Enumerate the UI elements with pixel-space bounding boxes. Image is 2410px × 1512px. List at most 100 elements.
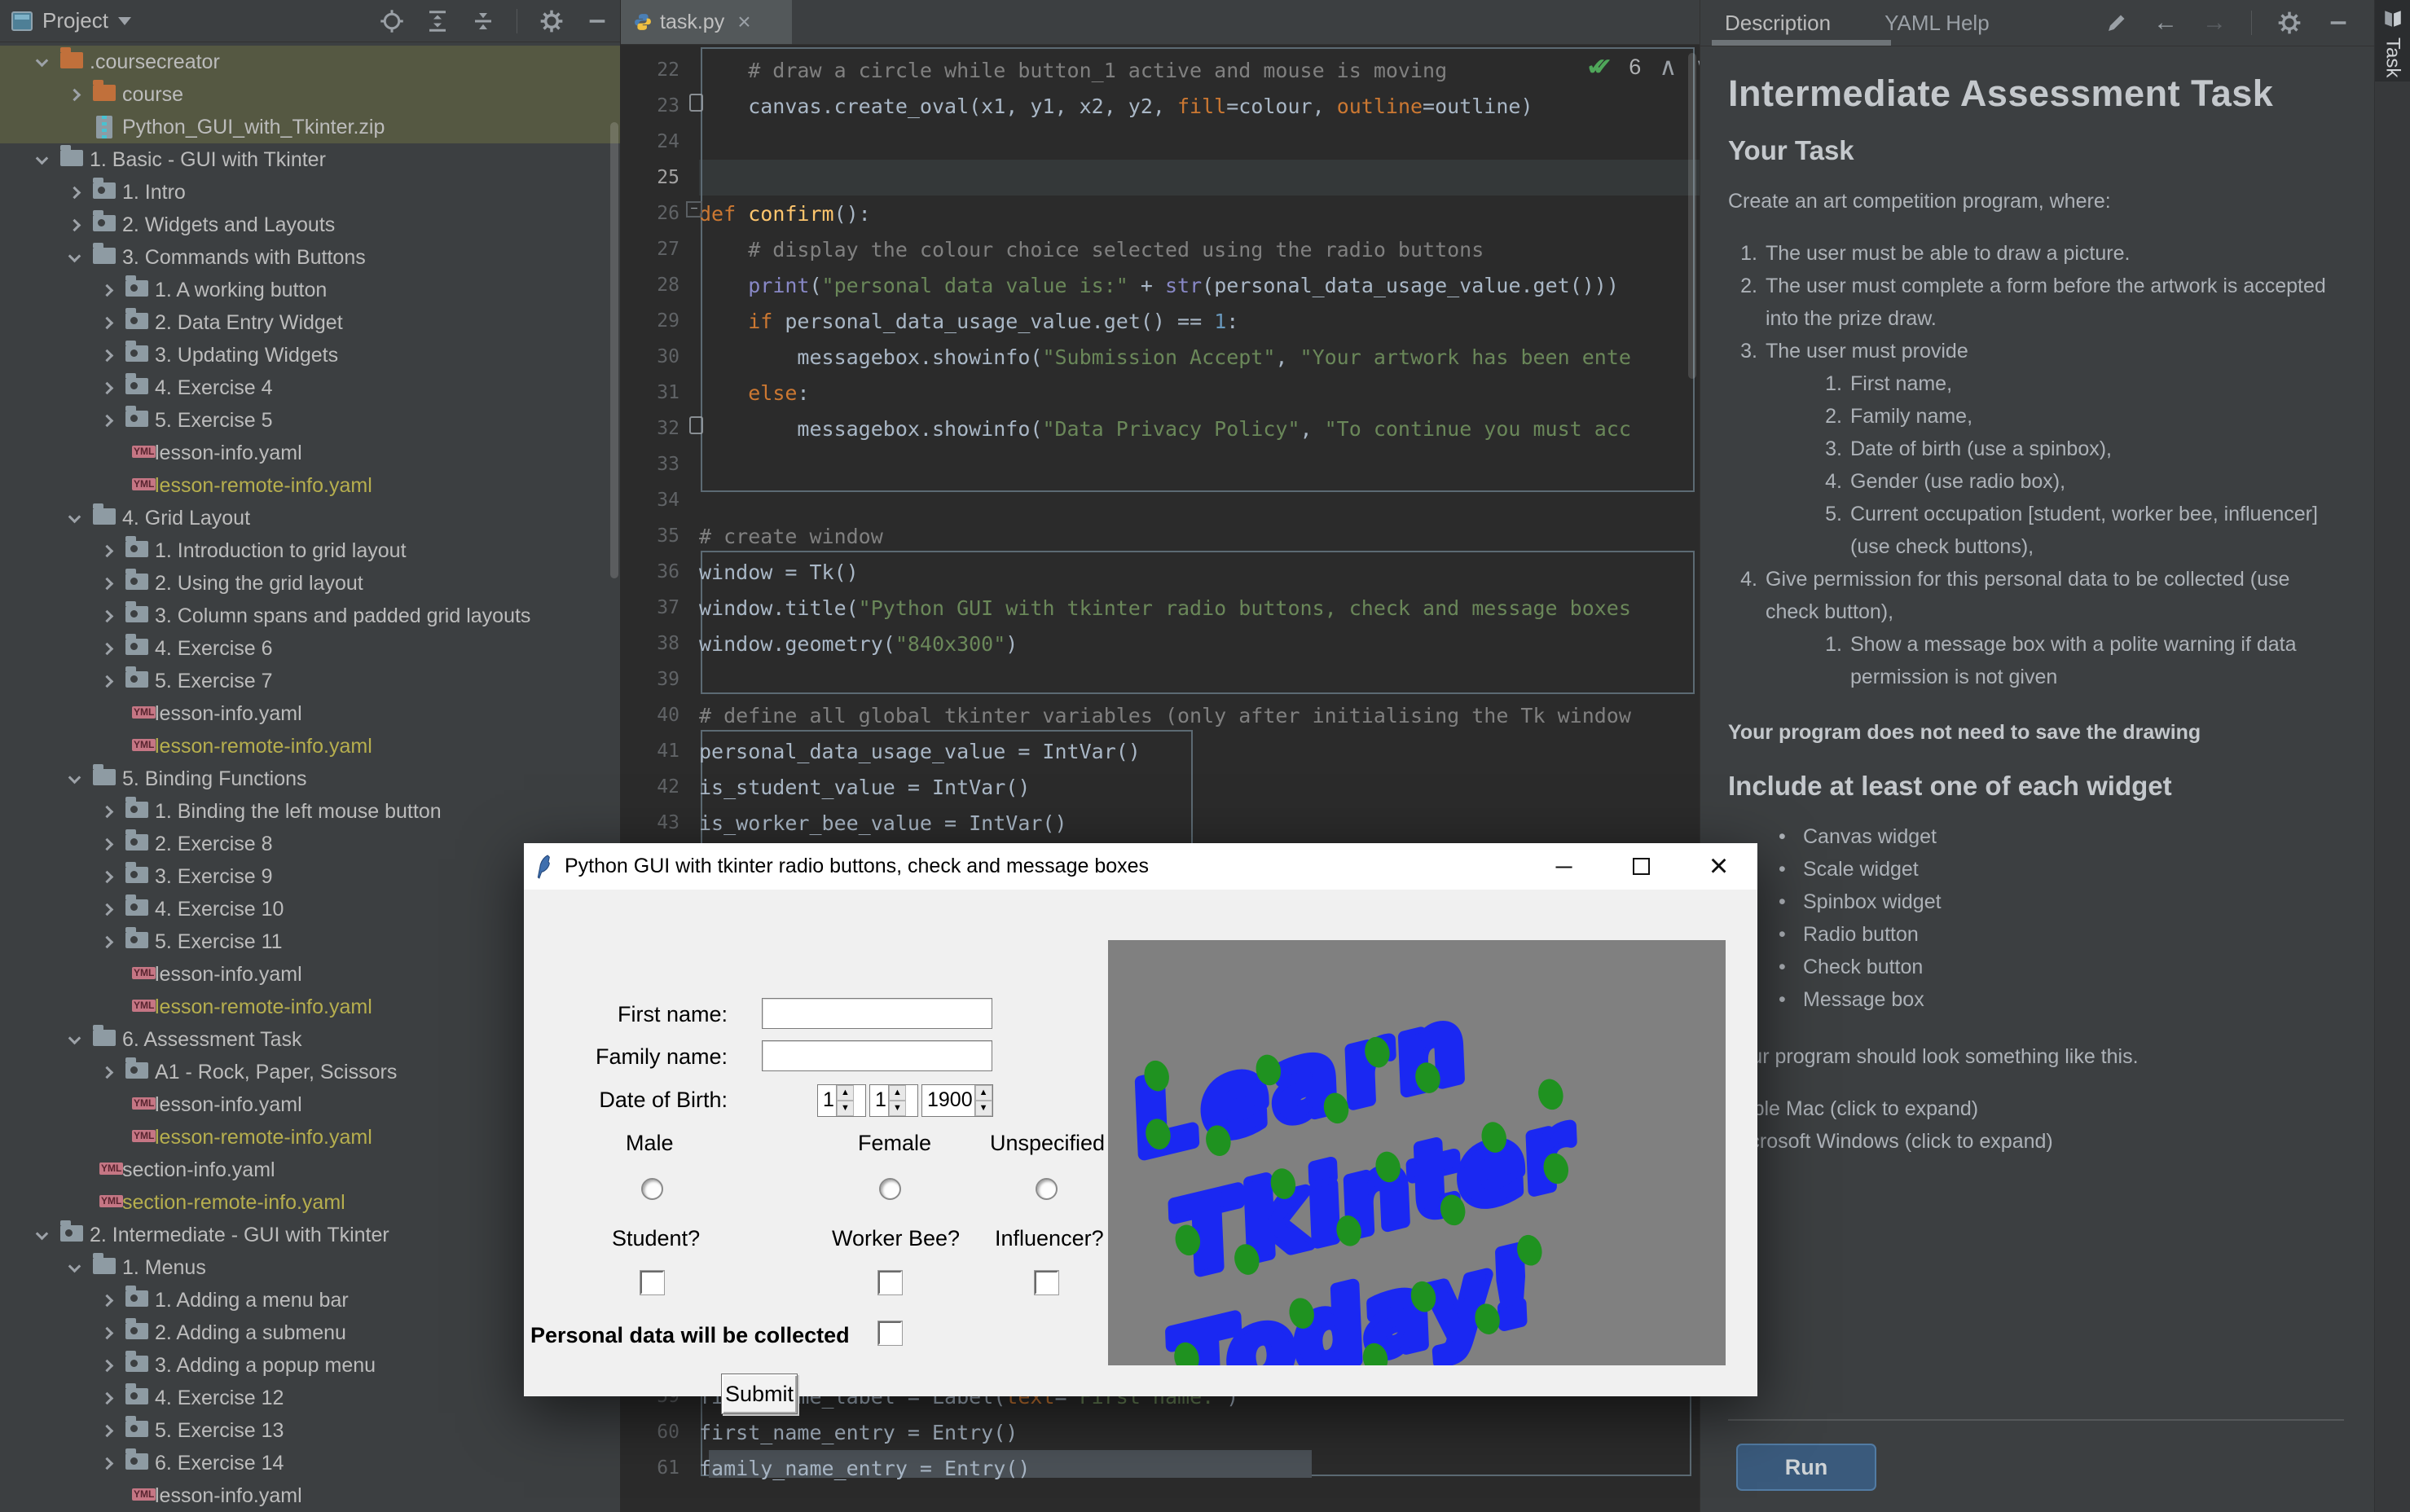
unspecified-radio[interactable]: [1036, 1178, 1058, 1200]
student-checkbox[interactable]: [640, 1271, 664, 1294]
gear-icon[interactable]: [539, 8, 565, 34]
edit-pencil-icon[interactable]: [2104, 11, 2129, 35]
male-radio[interactable]: [641, 1178, 663, 1200]
tree-item[interactable]: 4. Grid Layout: [0, 502, 620, 534]
chevron-right-icon[interactable]: [100, 1424, 113, 1437]
prev-issue-icon[interactable]: ∧: [1659, 53, 1677, 81]
chevron-right-icon[interactable]: [68, 186, 81, 199]
consent-checkbox[interactable]: [878, 1321, 902, 1345]
spin-up-icon[interactable]: ▲: [975, 1085, 992, 1101]
tree-item[interactable]: YMLlesson-remote-info.yaml: [0, 469, 620, 502]
tree-item[interactable]: 5. Exercise 13: [0, 1414, 620, 1447]
chevron-right-icon[interactable]: [100, 903, 113, 916]
chevron-down-icon[interactable]: [68, 1259, 81, 1272]
spin-down-icon[interactable]: ▼: [975, 1101, 992, 1116]
tree-item[interactable]: YMLlesson-info.yaml: [0, 697, 620, 730]
chevron-down-icon[interactable]: [118, 17, 131, 25]
tree-item[interactable]: 4. Exercise 4: [0, 371, 620, 404]
chevron-right-icon[interactable]: [100, 609, 113, 622]
submit-button[interactable]: Submit: [721, 1374, 798, 1414]
tree-item[interactable]: 4. Exercise 6: [0, 632, 620, 665]
hide-panel-icon[interactable]: [586, 10, 609, 33]
spin-up-icon[interactable]: ▲: [889, 1085, 906, 1101]
back-arrow-icon[interactable]: ←: [2153, 9, 2178, 37]
tree-item[interactable]: 5. Binding Functions: [0, 763, 620, 795]
tree-item[interactable]: 2. Data Entry Widget: [0, 306, 620, 339]
expand-all-icon[interactable]: [425, 9, 450, 33]
locate-file-icon[interactable]: [380, 9, 404, 33]
chevron-right-icon[interactable]: [100, 544, 113, 557]
chevron-down-icon[interactable]: [68, 1031, 81, 1044]
chevron-right-icon[interactable]: [100, 870, 113, 883]
chevron-right-icon[interactable]: [100, 414, 113, 427]
run-button[interactable]: Run: [1736, 1444, 1876, 1491]
chevron-right-icon[interactable]: [100, 935, 113, 948]
link-apple-mac[interactable]: Apple Mac (click to expand): [1728, 1092, 2337, 1125]
chevron-down-icon[interactable]: [35, 1227, 48, 1240]
tree-item[interactable]: 5. Exercise 5: [0, 404, 620, 437]
chevron-down-icon[interactable]: [35, 152, 48, 165]
chevron-right-icon[interactable]: [68, 218, 81, 231]
influencer-checkbox[interactable]: [1035, 1271, 1058, 1294]
dialog-title-bar[interactable]: Python GUI with tkinter radio buttons, c…: [524, 843, 1757, 890]
first-name-input[interactable]: [762, 998, 992, 1029]
year-spinbox[interactable]: 1900 ▲▼: [921, 1084, 993, 1117]
chevron-right-icon[interactable]: [100, 1294, 113, 1307]
collapse-all-icon[interactable]: [471, 9, 495, 33]
tab-description[interactable]: Description: [1725, 11, 1831, 36]
tree-item[interactable]: .coursecreator: [0, 46, 620, 78]
gear-icon[interactable]: [2276, 10, 2302, 36]
tree-item[interactable]: YMLlesson-remote-info.yaml: [0, 730, 620, 763]
link-microsoft-windows[interactable]: Microsoft Windows (click to expand): [1728, 1125, 2337, 1158]
tree-item[interactable]: 1. A working button: [0, 274, 620, 306]
tree-item[interactable]: YMLlesson-info.yaml: [0, 437, 620, 469]
spin-up-icon[interactable]: ▲: [837, 1085, 854, 1101]
family-name-input[interactable]: [762, 1040, 992, 1071]
tree-item[interactable]: 1. Intro: [0, 176, 620, 209]
chevron-down-icon[interactable]: [68, 249, 81, 262]
chevron-right-icon[interactable]: [100, 642, 113, 655]
day-spinbox[interactable]: 1 ▲▼: [817, 1084, 866, 1117]
tab-yaml-help[interactable]: YAML Help: [1884, 11, 1990, 36]
tree-item[interactable]: 1. Binding the left mouse button: [0, 795, 620, 828]
chevron-down-icon[interactable]: [35, 54, 48, 67]
tree-item[interactable]: 1. Basic - GUI with Tkinter: [0, 143, 620, 176]
chevron-down-icon[interactable]: [68, 771, 81, 784]
tkinter-window[interactable]: Python GUI with tkinter radio buttons, c…: [524, 843, 1757, 1396]
spin-down-icon[interactable]: ▼: [889, 1101, 906, 1116]
month-spinbox[interactable]: 1 ▲▼: [869, 1084, 918, 1117]
drawing-canvas[interactable]: Learn Tkinter Today!: [1108, 940, 1726, 1365]
chevron-right-icon[interactable]: [100, 1326, 113, 1339]
tree-item[interactable]: 2. Widgets and Layouts: [0, 209, 620, 241]
minimize-button[interactable]: ─: [1525, 843, 1603, 890]
fold-marker-icon[interactable]: −: [686, 201, 702, 218]
tree-item[interactable]: 6. Exercise 14: [0, 1447, 620, 1479]
tree-item[interactable]: YMLlesson-info.yaml: [0, 1479, 620, 1512]
chevron-right-icon[interactable]: [100, 349, 113, 362]
spin-down-icon[interactable]: ▼: [837, 1101, 854, 1116]
tab-task-py[interactable]: task.py ×: [621, 0, 792, 44]
chevron-right-icon[interactable]: [100, 1066, 113, 1079]
chevron-right-icon[interactable]: [100, 1391, 113, 1404]
chevron-down-icon[interactable]: [68, 510, 81, 523]
gutter-bookmark-icon[interactable]: [689, 416, 703, 434]
hide-panel-icon[interactable]: [2327, 11, 2350, 34]
task-tool-button[interactable]: Task: [2375, 0, 2410, 81]
inspection-widget[interactable]: ✔✔ 6 ∧ ∨: [1586, 53, 1700, 81]
tree-scrollbar[interactable]: [610, 122, 618, 578]
tree-item[interactable]: 3. Column spans and padded grid layouts: [0, 600, 620, 632]
maximize-button[interactable]: [1603, 843, 1680, 890]
gutter-bookmark-icon[interactable]: [689, 94, 703, 112]
tree-item[interactable]: 3. Commands with Buttons: [0, 241, 620, 274]
tree-item[interactable]: 3. Updating Widgets: [0, 339, 620, 371]
female-radio[interactable]: [879, 1178, 901, 1200]
chevron-right-icon[interactable]: [100, 805, 113, 818]
worker-bee-checkbox[interactable]: [878, 1271, 902, 1294]
tree-item[interactable]: 2. Using the grid layout: [0, 567, 620, 600]
tree-item[interactable]: Python_GUI_with_Tkinter.zip: [0, 111, 620, 143]
chevron-right-icon[interactable]: [100, 1359, 113, 1372]
tree-item[interactable]: course: [0, 78, 620, 111]
close-tab-icon[interactable]: ×: [737, 9, 750, 35]
chevron-right-icon[interactable]: [100, 837, 113, 850]
chevron-right-icon[interactable]: [100, 577, 113, 590]
